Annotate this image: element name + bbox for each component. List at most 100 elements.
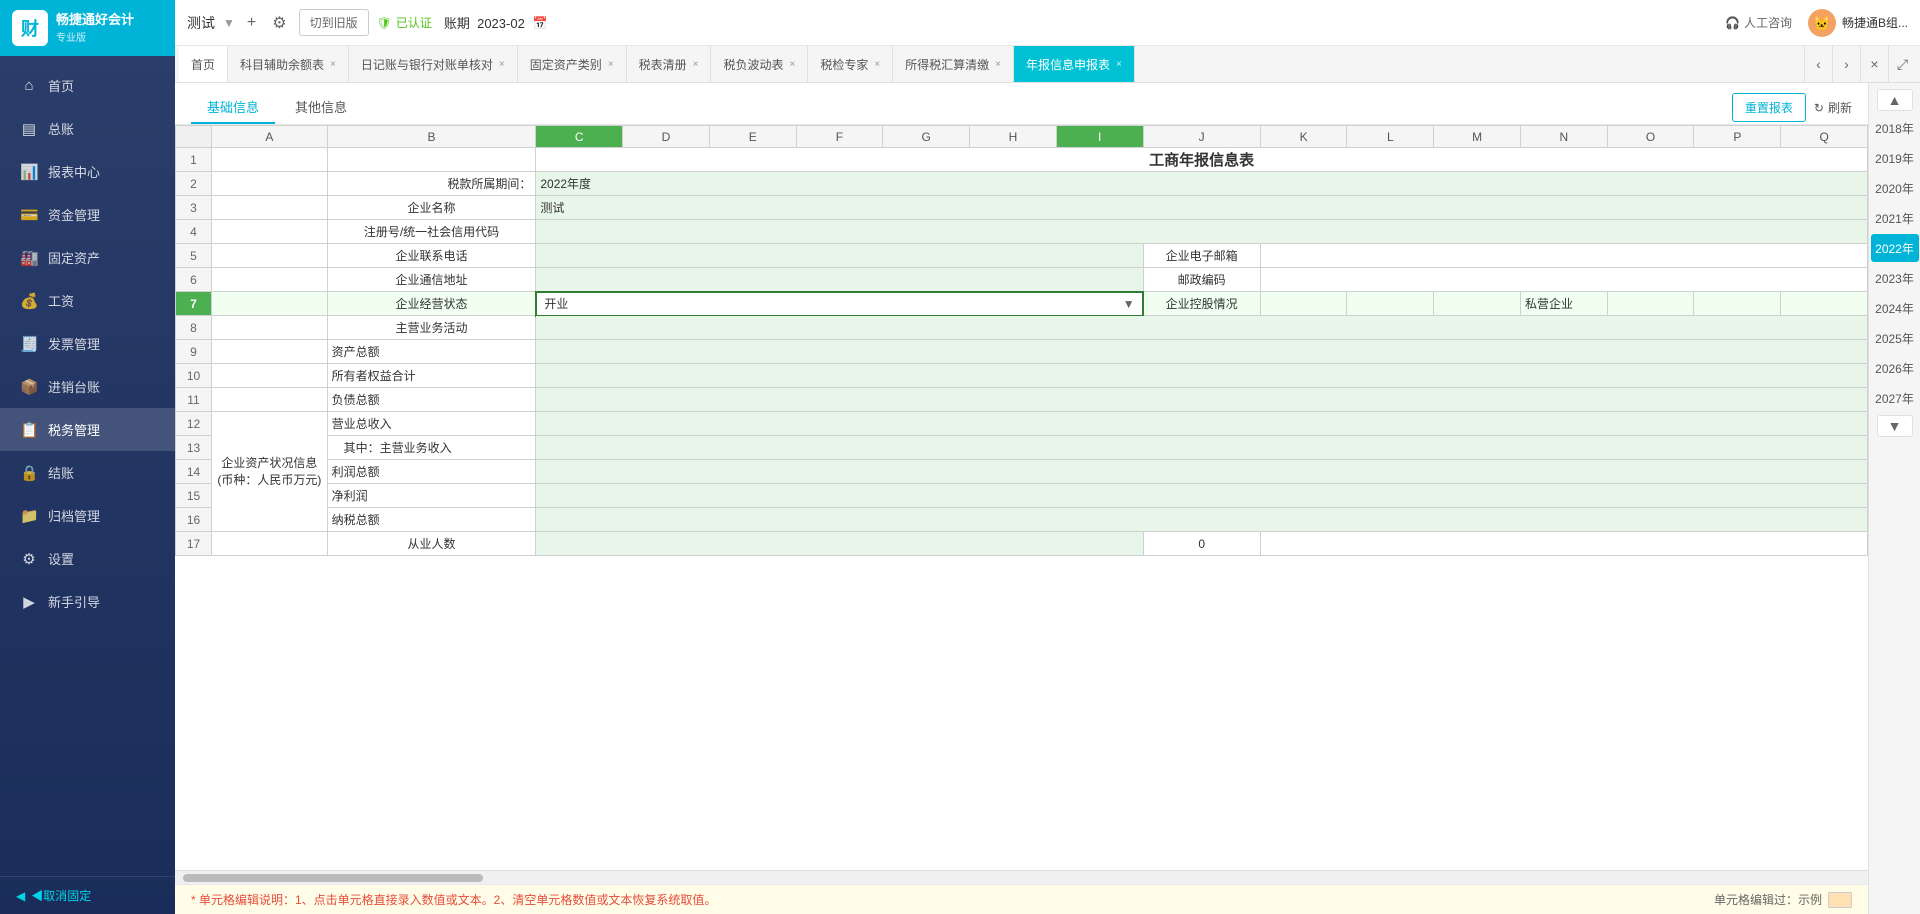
cell-7l[interactable]: [1347, 292, 1434, 316]
cell-7m[interactable]: [1434, 292, 1521, 316]
year-item-2022[interactable]: 2022年: [1871, 234, 1919, 262]
tabs-next-btn[interactable]: ›: [1832, 46, 1860, 82]
cell-13c[interactable]: [536, 436, 1868, 460]
tab-auxiliary[interactable]: 科目辅助余额表 ×: [228, 46, 349, 82]
cell-17j[interactable]: 0: [1143, 532, 1260, 556]
cell-10c[interactable]: [536, 364, 1868, 388]
sidebar-item-fund[interactable]: 💳 资金管理: [0, 193, 175, 236]
cell-5j[interactable]: 企业电子邮箱: [1143, 244, 1260, 268]
cell-11a[interactable]: [212, 388, 328, 412]
dropdown-arrow-icon[interactable]: ▼: [1123, 297, 1135, 311]
tab-close-tax-fluctuation[interactable]: ×: [789, 59, 795, 70]
sidebar-item-ledger[interactable]: ▤ 总账: [0, 107, 175, 150]
chevron-down-icon[interactable]: ▼: [223, 16, 235, 30]
cell-13b[interactable]: 其中：主营业务收入: [327, 436, 536, 460]
cell-16b[interactable]: 纳税总额: [327, 508, 536, 532]
calendar-icon[interactable]: 📅: [533, 16, 548, 30]
year-item-2018[interactable]: 2018年: [1871, 114, 1919, 142]
cell-7a[interactable]: [212, 292, 328, 316]
cell-8a[interactable]: [212, 316, 328, 340]
sidebar-item-payroll[interactable]: 💰 工资: [0, 279, 175, 322]
cell-6a[interactable]: [212, 268, 328, 292]
cell-1a[interactable]: [212, 148, 328, 172]
cell-7j[interactable]: 企业控股情况: [1143, 292, 1260, 316]
customer-service-btn[interactable]: 🎧 人工咨询: [1725, 14, 1792, 31]
spreadsheet-container[interactable]: A B C D E F G H I J K L M: [175, 125, 1868, 870]
add-tab-icon[interactable]: +: [243, 14, 260, 32]
cell-14c[interactable]: [536, 460, 1868, 484]
cell-7k[interactable]: [1260, 292, 1347, 316]
cell-2a[interactable]: [212, 172, 328, 196]
cell-10a[interactable]: [212, 364, 328, 388]
tab-journal[interactable]: 日记账与银行对账单核对 ×: [349, 46, 518, 82]
sidebar-item-invoice[interactable]: 🧾 发票管理: [0, 322, 175, 365]
h-scroll-thumb[interactable]: [183, 874, 483, 882]
tab-fixed-asset[interactable]: 固定资产类别 ×: [518, 46, 627, 82]
tab-close-income-tax[interactable]: ×: [995, 59, 1001, 70]
tab-annual-report[interactable]: 年报信息申报表 ×: [1014, 46, 1135, 82]
tab-close-annual-report[interactable]: ×: [1116, 59, 1122, 70]
cell-17rest[interactable]: [1260, 532, 1867, 556]
settings-gear-icon[interactable]: ⚙: [268, 13, 290, 33]
cell-3a[interactable]: [212, 196, 328, 220]
sidebar-item-guide[interactable]: ▶ 新手引导: [0, 580, 175, 623]
tab-tax-fluctuation[interactable]: 税负波动表 ×: [711, 46, 808, 82]
cell-7o[interactable]: [1607, 292, 1694, 316]
tab-close-tax-table[interactable]: ×: [693, 59, 699, 70]
year-item-2020[interactable]: 2020年: [1871, 174, 1919, 202]
sidebar-item-archive[interactable]: 📁 归档管理: [0, 494, 175, 537]
cell-1c-title[interactable]: 工商年报信息表: [536, 148, 1868, 172]
cell-7p[interactable]: [1694, 292, 1781, 316]
cell-8c[interactable]: [536, 316, 1868, 340]
cell-17a[interactable]: [212, 532, 328, 556]
sidebar-pin-btn[interactable]: ◀ ◀取消固定: [0, 876, 175, 914]
year-up-btn[interactable]: ▲: [1877, 89, 1913, 111]
horizontal-scrollbar[interactable]: [175, 870, 1868, 884]
cell-9c[interactable]: [536, 340, 1868, 364]
year-item-2024[interactable]: 2024年: [1871, 294, 1919, 322]
cell-2c[interactable]: 2022年度: [536, 172, 1868, 196]
cell-8b[interactable]: 主营业务活动: [327, 316, 536, 340]
sub-tab-basic[interactable]: 基础信息: [191, 91, 275, 124]
cell-6j[interactable]: 邮政编码: [1143, 268, 1260, 292]
cell-5c[interactable]: [536, 244, 1143, 268]
cell-15c[interactable]: [536, 484, 1868, 508]
tab-home[interactable]: 首页: [179, 46, 228, 82]
cell-7q[interactable]: [1781, 292, 1868, 316]
tab-close-tax-inspector[interactable]: ×: [874, 59, 880, 70]
tab-tax-table[interactable]: 税表清册 ×: [627, 46, 712, 82]
tabs-prev-btn[interactable]: ‹: [1804, 46, 1832, 82]
cell-3c[interactable]: 测试: [536, 196, 1868, 220]
cell-10b[interactable]: 所有者权益合计: [327, 364, 536, 388]
cell-4b[interactable]: 注册号/统一社会信用代码: [327, 220, 536, 244]
cell-17b[interactable]: 从业人数: [327, 532, 536, 556]
sub-tab-other[interactable]: 其他信息: [279, 91, 363, 124]
sidebar-item-tax[interactable]: 📋 税务管理: [0, 408, 175, 451]
tabs-close-all-btn[interactable]: ×: [1860, 46, 1888, 82]
tab-close-journal[interactable]: ×: [499, 59, 505, 70]
refresh-button[interactable]: ↻ 刷新: [1814, 99, 1852, 116]
cell-6b[interactable]: 企业通信地址: [327, 268, 536, 292]
cell-9b[interactable]: 资产总额: [327, 340, 536, 364]
cell-16c[interactable]: [536, 508, 1868, 532]
cell-7n[interactable]: 私营企业: [1520, 292, 1607, 316]
cell-7c-dropdown[interactable]: 开业 ▼: [536, 292, 1143, 316]
cell-12a[interactable]: 企业资产状况信息(币种：人民币万元): [212, 412, 328, 532]
cell-5k[interactable]: [1260, 244, 1867, 268]
tab-close-fixed-asset[interactable]: ×: [608, 59, 614, 70]
reset-report-button[interactable]: 重置报表: [1732, 93, 1806, 122]
cell-7b[interactable]: 企业经营状态: [327, 292, 536, 316]
cell-17c[interactable]: [536, 532, 1143, 556]
cell-15b[interactable]: 净利润: [327, 484, 536, 508]
sidebar-item-settings[interactable]: ⚙ 设置: [0, 537, 175, 580]
cell-6k[interactable]: [1260, 268, 1867, 292]
tab-close-auxiliary[interactable]: ×: [330, 59, 336, 70]
tab-tax-inspector[interactable]: 税检专家 ×: [808, 46, 893, 82]
year-down-btn[interactable]: ▼: [1877, 415, 1913, 437]
cell-4a[interactable]: [212, 220, 328, 244]
sidebar-item-home[interactable]: ⌂ 首页: [0, 64, 175, 107]
tab-income-tax[interactable]: 所得税汇算清缴 ×: [893, 46, 1014, 82]
cell-5a[interactable]: [212, 244, 328, 268]
year-item-2026[interactable]: 2026年: [1871, 354, 1919, 382]
year-item-2021[interactable]: 2021年: [1871, 204, 1919, 232]
